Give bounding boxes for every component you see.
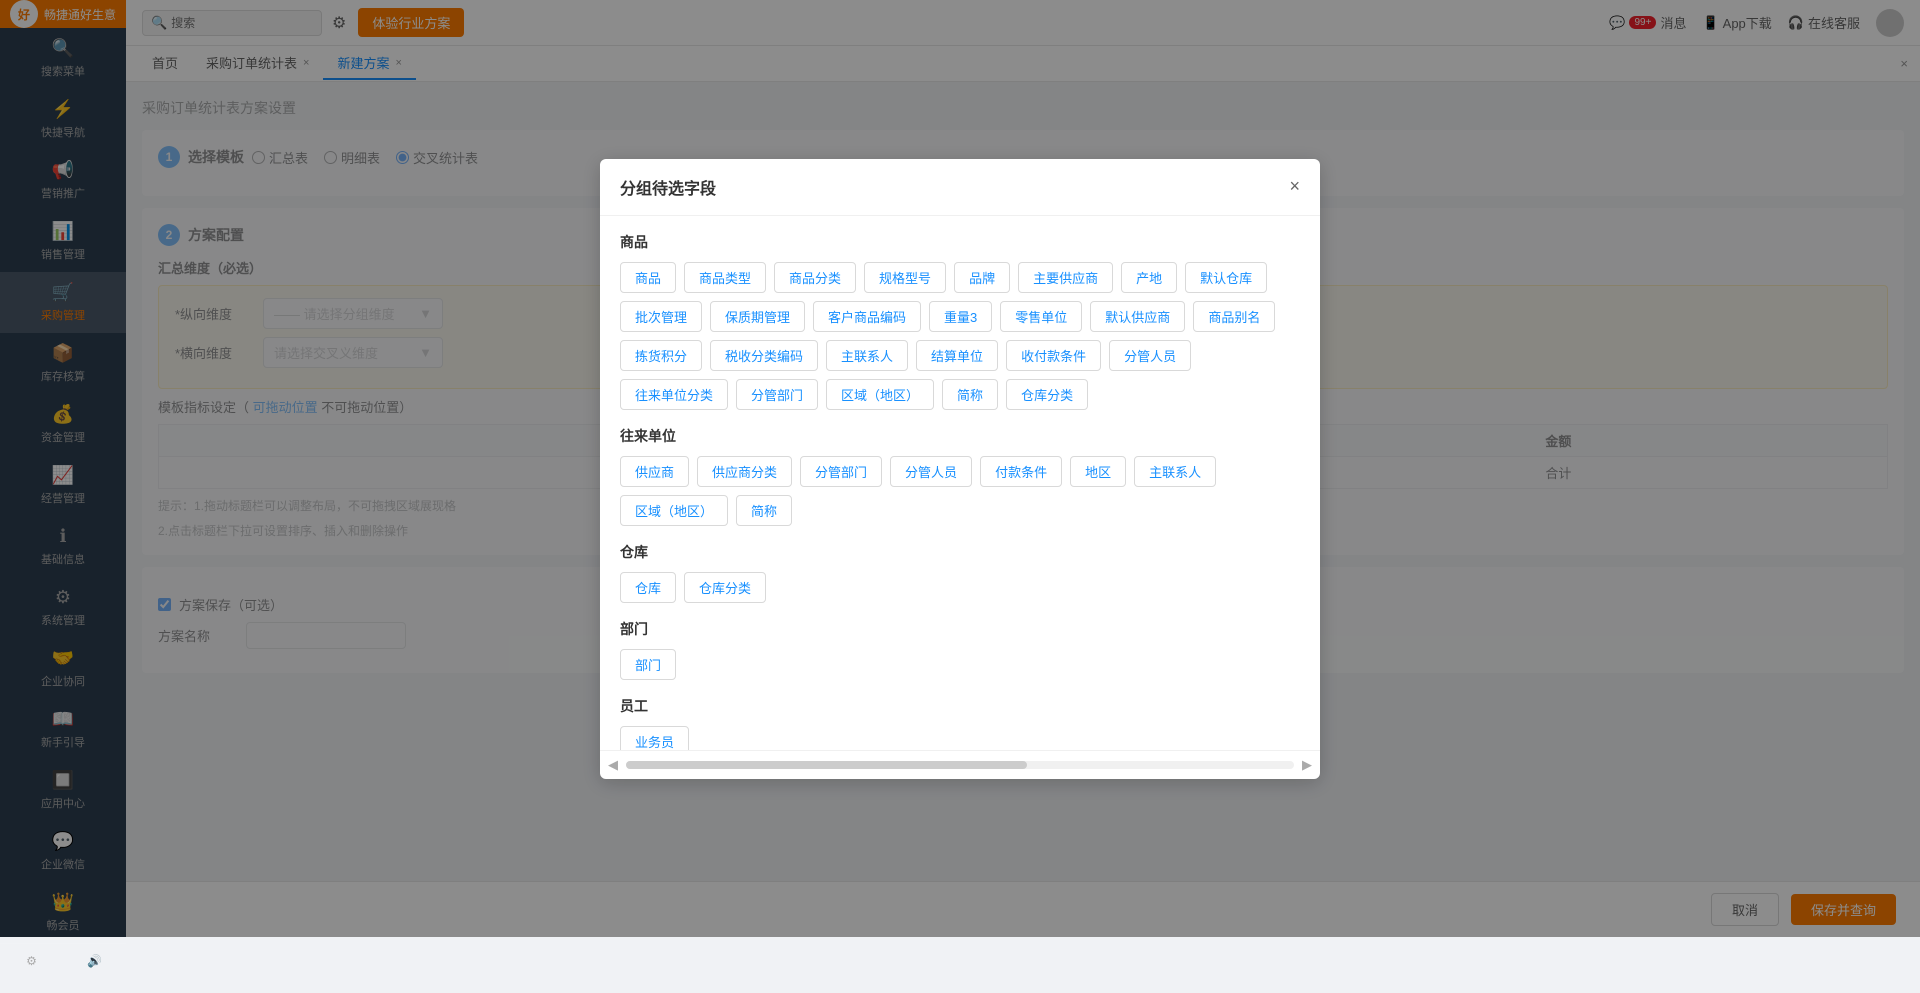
field-tag-0-16[interactable]: 税收分类编码 [710, 340, 818, 371]
field-tag-0-13[interactable]: 默认供应商 [1090, 301, 1185, 332]
field-tag-0-25[interactable]: 仓库分类 [1006, 379, 1088, 410]
field-tag-0-8[interactable]: 批次管理 [620, 301, 702, 332]
field-tag-0-15[interactable]: 拣货积分 [620, 340, 702, 371]
field-tag-1-5[interactable]: 地区 [1070, 456, 1126, 487]
modal-section-fields-3: 部门 [620, 649, 1300, 680]
field-tag-1-7[interactable]: 区域（地区） [620, 495, 728, 526]
field-tag-0-10[interactable]: 客户商品编码 [813, 301, 921, 332]
modal-section-fields-0: 商品商品类型商品分类规格型号品牌主要供应商产地默认仓库批次管理保质期管理客户商品… [620, 262, 1300, 410]
modal-section-fields-2: 仓库仓库分类 [620, 572, 1300, 603]
field-tag-0-12[interactable]: 零售单位 [1000, 301, 1082, 332]
field-tag-0-0[interactable]: 商品 [620, 262, 676, 293]
field-tag-1-8[interactable]: 简称 [736, 495, 792, 526]
field-tag-0-21[interactable]: 往来单位分类 [620, 379, 728, 410]
field-tag-0-4[interactable]: 品牌 [954, 262, 1010, 293]
field-tag-2-1[interactable]: 仓库分类 [684, 572, 766, 603]
modal-section-title-4: 员工 [620, 696, 1300, 716]
field-tag-0-3[interactable]: 规格型号 [864, 262, 946, 293]
modal-section-fields-1: 供应商供应商分类分管部门分管人员付款条件地区主联系人区域（地区） 简称 [620, 456, 1300, 526]
field-tag-0-1[interactable]: 商品类型 [684, 262, 766, 293]
field-tag-0-7[interactable]: 默认仓库 [1185, 262, 1267, 293]
field-tag-1-2[interactable]: 分管部门 [800, 456, 882, 487]
modal-section-title-3: 部门 [620, 619, 1300, 639]
field-tag-0-6[interactable]: 产地 [1121, 262, 1177, 293]
modal-close-btn[interactable]: × [1289, 176, 1300, 197]
horizontal-scrollbar[interactable] [626, 761, 1294, 769]
field-tag-1-3[interactable]: 分管人员 [890, 456, 972, 487]
field-tag-0-17[interactable]: 主联系人 [826, 340, 908, 371]
scroll-thumb [626, 761, 1027, 769]
field-select-modal: 分组待选字段 × 商品商品商品类型商品分类规格型号品牌主要供应商产地默认仓库批次… [600, 159, 1320, 779]
modal-section-title-2: 仓库 [620, 542, 1300, 562]
field-tag-0-2[interactable]: 商品分类 [774, 262, 856, 293]
field-tag-2-0[interactable]: 仓库 [620, 572, 676, 603]
field-tag-1-1[interactable]: 供应商分类 [697, 456, 792, 487]
field-tag-0-19[interactable]: 收付款条件 [1006, 340, 1101, 371]
modal-footer-scroll: ◀ ▶ [600, 750, 1320, 779]
field-tag-0-11[interactable]: 重量3 [929, 301, 992, 332]
modal-section-title-0: 商品 [620, 232, 1300, 252]
modal-title: 分组待选字段 [620, 175, 716, 199]
field-tag-0-24[interactable]: 简称 [942, 379, 998, 410]
field-tag-4-0[interactable]: 业务员 [620, 726, 689, 750]
field-tag-0-9[interactable]: 保质期管理 [710, 301, 805, 332]
field-tag-0-18[interactable]: 结算单位 [916, 340, 998, 371]
modal-overlay: 分组待选字段 × 商品商品商品类型商品分类规格型号品牌主要供应商产地默认仓库批次… [0, 0, 1920, 937]
field-tag-1-4[interactable]: 付款条件 [980, 456, 1062, 487]
modal-section-fields-4: 业务员 [620, 726, 1300, 750]
field-tag-0-14[interactable]: 商品别名 [1193, 301, 1275, 332]
modal-header: 分组待选字段 × [600, 159, 1320, 216]
scroll-right-arrow[interactable]: ▶ [1302, 757, 1312, 773]
field-tag-0-20[interactable]: 分管人员 [1109, 340, 1191, 371]
field-tag-3-0[interactable]: 部门 [620, 649, 676, 680]
modal-body: 商品商品商品类型商品分类规格型号品牌主要供应商产地默认仓库批次管理保质期管理客户… [600, 216, 1320, 750]
modal-section-title-1: 往来单位 [620, 426, 1300, 446]
field-tag-0-22[interactable]: 分管部门 [736, 379, 818, 410]
field-tag-0-5[interactable]: 主要供应商 [1018, 262, 1113, 293]
field-tag-1-0[interactable]: 供应商 [620, 456, 689, 487]
field-tag-1-6[interactable]: 主联系人 [1134, 456, 1216, 487]
field-tag-0-23[interactable]: 区域（地区） [826, 379, 934, 410]
scroll-left-arrow[interactable]: ◀ [608, 757, 618, 773]
